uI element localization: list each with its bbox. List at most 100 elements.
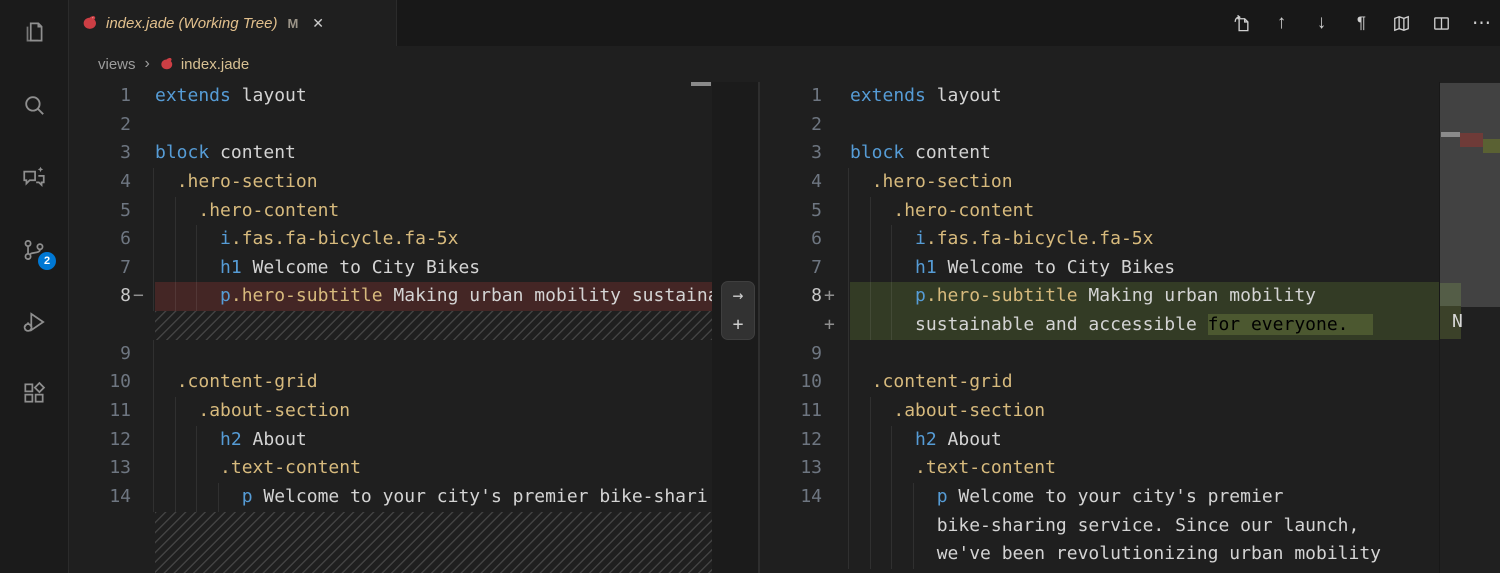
open-file-icon[interactable] xyxy=(1231,13,1252,34)
diff-modified-editor[interactable]: 1 extends layout 2 3 block content 4 .hero-se… xyxy=(760,82,1439,573)
minimap-slider[interactable] xyxy=(1440,83,1500,307)
code-line[interactable]: extends layout xyxy=(155,82,712,111)
code-line[interactable] xyxy=(850,340,1439,369)
search-icon[interactable] xyxy=(21,92,47,118)
code-line[interactable]: h2 About xyxy=(850,426,1439,455)
extensions-icon[interactable] xyxy=(21,380,47,406)
code-token: .about-section xyxy=(198,400,351,422)
code-line[interactable]: extends layout xyxy=(850,82,1439,111)
toggle-whitespace-icon[interactable]: ¶ xyxy=(1351,13,1372,34)
revert-arrow-icon[interactable]: → xyxy=(733,287,744,305)
code-line[interactable]: .hero-content xyxy=(850,197,1439,226)
code-row[interactable]: 8 + p.hero-subtitle Making urban mobility xyxy=(760,282,1439,312)
code-row[interactable]: 3 block content xyxy=(760,139,1439,168)
code-line[interactable]: sustainable and accessible for everyone. xyxy=(850,311,1439,340)
code-row[interactable]: 12 h2 About xyxy=(69,425,712,455)
code-row[interactable]: 2 xyxy=(69,111,712,140)
previous-change-icon[interactable]: ↑ xyxy=(1271,12,1292,34)
minimap-text-glyph: N xyxy=(1452,311,1463,332)
indent-guide xyxy=(153,225,154,254)
code-line[interactable]: p Welcome to your city's premier xyxy=(850,483,1439,512)
code-line[interactable]: block content xyxy=(155,139,712,168)
code-token: block xyxy=(155,142,210,164)
code-line[interactable]: we've been revolutionizing urban mobilit… xyxy=(850,540,1439,569)
code-row[interactable]: 7 h1 Welcome to City Bikes xyxy=(69,253,712,283)
stage-plus-icon[interactable]: + xyxy=(733,315,744,334)
map-icon[interactable] xyxy=(1391,13,1412,34)
more-actions-icon[interactable]: ⋯ xyxy=(1471,13,1492,34)
debug-icon[interactable] xyxy=(21,309,47,335)
code-row[interactable]: 9 xyxy=(760,339,1439,369)
diff-marker: − xyxy=(133,285,144,307)
code-line[interactable] xyxy=(155,111,712,140)
minimap[interactable]: N xyxy=(1439,82,1500,573)
code-line[interactable]: p Welcome to your city's premier bike-sh… xyxy=(155,483,712,512)
code-row[interactable]: 9 xyxy=(69,339,712,369)
indent-guide xyxy=(848,482,849,512)
code-line[interactable]: .about-section xyxy=(155,397,712,426)
line-number: 12 xyxy=(800,428,822,450)
close-icon[interactable]: ✕ xyxy=(312,15,324,32)
split-view-icon[interactable] xyxy=(1431,13,1452,34)
code-row[interactable]: 2 xyxy=(760,111,1439,140)
files-icon[interactable] xyxy=(21,19,47,45)
code-row[interactable]: 14 p Welcome to your city's premier bike… xyxy=(69,482,712,512)
code-line[interactable] xyxy=(155,340,712,369)
breadcrumb-folder[interactable]: views xyxy=(98,56,136,73)
code-line[interactable]: .hero-section xyxy=(155,168,712,197)
code-line[interactable]: bike-sharing service. Since our launch, xyxy=(850,512,1439,541)
code-line[interactable]: .text-content xyxy=(155,454,712,483)
code-line[interactable]: .hero-content xyxy=(155,197,712,226)
line-number: 6 xyxy=(811,228,822,250)
code-row[interactable]: 13 .text-content xyxy=(69,454,712,483)
code-line[interactable]: i.fas.fa-bicycle.fa-5x xyxy=(850,225,1439,254)
code-line[interactable]: .about-section xyxy=(850,397,1439,426)
code-line[interactable]: .text-content xyxy=(850,454,1439,483)
code-row[interactable]: 1 extends layout xyxy=(760,82,1439,111)
breadcrumb-file[interactable]: index.jade xyxy=(181,56,249,73)
code-row[interactable]: 6 i.fas.fa-bicycle.fa-5x xyxy=(69,225,712,254)
code-line[interactable]: h2 About xyxy=(155,426,712,455)
code-row[interactable]: 8− p.hero-subtitle Making urban mobility… xyxy=(69,282,712,312)
code-row[interactable]: 5 .hero-content xyxy=(69,196,712,226)
code-row[interactable]: 6 i.fas.fa-bicycle.fa-5x xyxy=(760,225,1439,254)
code-line[interactable]: .content-grid xyxy=(155,368,712,397)
code-line[interactable]: p.hero-subtitle Making urban mobility xyxy=(850,282,1439,311)
next-change-icon[interactable]: ↓ xyxy=(1311,12,1332,34)
code-line[interactable]: block content xyxy=(850,139,1439,168)
code-row[interactable]: 4 .hero-section xyxy=(69,167,712,197)
code-line[interactable]: p.hero-subtitle Making urban mobility su… xyxy=(155,282,712,311)
line-number: 11 xyxy=(109,400,131,422)
code-line[interactable] xyxy=(850,111,1439,140)
code-row[interactable]: 1 extends layout xyxy=(69,82,712,111)
code-row[interactable]: bike-sharing service. Since our launch, xyxy=(760,511,1439,541)
diff-original-editor[interactable]: 1 extends layout 2 3 block content 4 .hero-se… xyxy=(69,82,712,573)
code-line[interactable]: h1 Welcome to City Bikes xyxy=(155,254,712,283)
code-row[interactable]: 10 .content-grid xyxy=(760,368,1439,398)
indent-guide xyxy=(153,282,154,312)
code-row[interactable]: 11 .about-section xyxy=(760,397,1439,426)
chat-icon[interactable] xyxy=(21,164,47,190)
code-row[interactable]: 7 h1 Welcome to City Bikes xyxy=(760,253,1439,283)
code-row[interactable]: we've been revolutionizing urban mobilit… xyxy=(760,540,1439,569)
code-row[interactable]: 4 .hero-section xyxy=(760,167,1439,197)
code-token: .fas.fa-bicycle.fa-5x xyxy=(925,228,1154,250)
code-line[interactable]: .content-grid xyxy=(850,368,1439,397)
code-line[interactable]: i.fas.fa-bicycle.fa-5x xyxy=(155,225,712,254)
code-row[interactable]: 3 block content xyxy=(69,139,712,168)
code-row[interactable]: 13 .text-content xyxy=(760,454,1439,483)
diff-filler-row[interactable] xyxy=(69,311,712,340)
code-row[interactable]: 14 p Welcome to your city's premier xyxy=(760,482,1439,512)
code-row[interactable]: 5 .hero-content xyxy=(760,196,1439,226)
code-line[interactable]: .hero-section xyxy=(850,168,1439,197)
tab-index-jade[interactable]: index.jade (Working Tree) M ✕ xyxy=(69,0,397,46)
code-line[interactable]: h1 Welcome to City Bikes xyxy=(850,254,1439,283)
code-row[interactable]: 11 .about-section xyxy=(69,397,712,426)
code-token: i xyxy=(220,228,231,250)
code-row[interactable]: + sustainable and accessible for everyon… xyxy=(760,311,1439,340)
code-row[interactable]: 10 .content-grid xyxy=(69,368,712,398)
code-row[interactable]: 12 h2 About xyxy=(760,425,1439,455)
diff-filler-row[interactable] xyxy=(69,511,712,573)
